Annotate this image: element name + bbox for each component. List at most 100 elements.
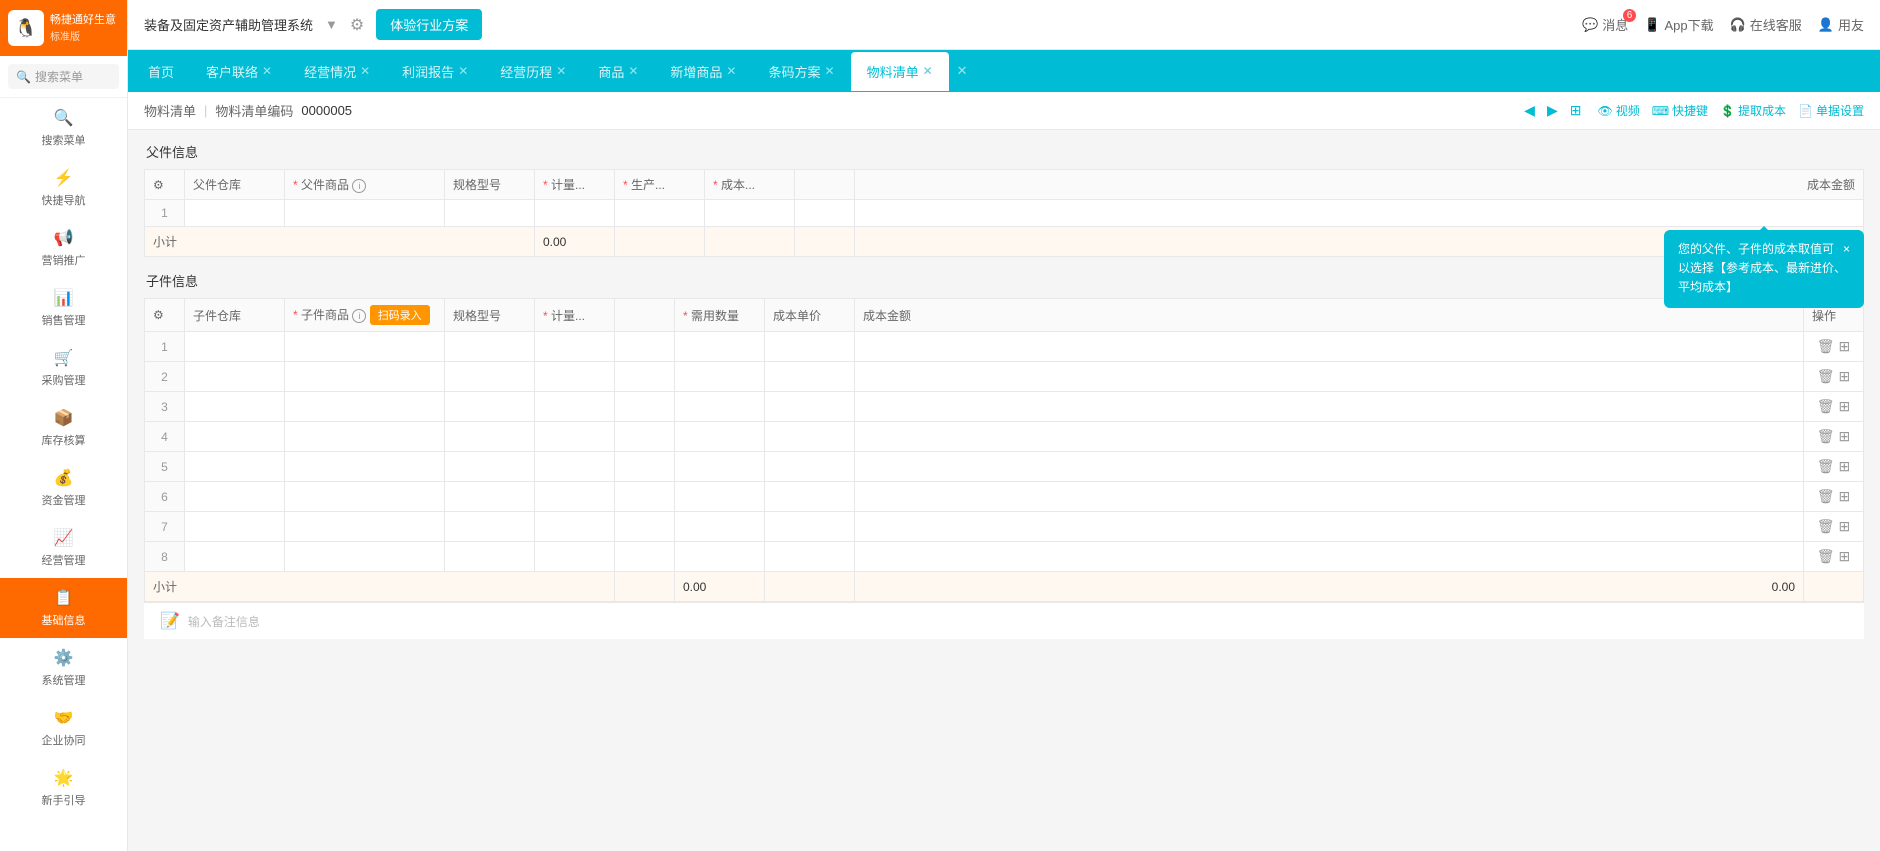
trial-button[interactable]: 体验行业方案 xyxy=(376,9,482,40)
child-warehouse-cell-6[interactable] xyxy=(185,482,285,512)
child-delete-icon-7[interactable]: 🗑 xyxy=(1817,518,1835,535)
system-title-dropdown-icon[interactable]: ▼ xyxy=(325,17,338,32)
child-qty-needed-cell-1[interactable] xyxy=(675,332,765,362)
child-warehouse-cell-1[interactable] xyxy=(185,332,285,362)
child-product-info-icon[interactable]: i xyxy=(352,309,366,323)
gear-settings-icon[interactable]: ⚙ xyxy=(350,15,364,35)
child-copy-icon-4[interactable]: ⊞ xyxy=(1839,428,1851,445)
nav-tab-new_product[interactable]: 新增商品 ✕ xyxy=(654,52,752,91)
child-spec-cell-7[interactable] xyxy=(445,512,535,542)
child-product-cell-6[interactable] xyxy=(285,482,445,512)
sidebar-item-inventory[interactable]: 📦库存核算 xyxy=(0,398,127,458)
child-copy-icon-1[interactable]: ⊞ xyxy=(1839,338,1851,355)
child-unit-cost-cell-6[interactable] xyxy=(765,482,855,512)
child-qty-needed-cell-2[interactable] xyxy=(675,362,765,392)
close-tab-new_product[interactable]: ✕ xyxy=(726,64,736,78)
child-qty-needed-cell-3[interactable] xyxy=(675,392,765,422)
nav-tab-home[interactable]: 首页 xyxy=(132,52,190,91)
parent-spec-cell[interactable] xyxy=(445,200,535,227)
child-qty-cell-2[interactable] xyxy=(535,362,615,392)
child-delete-icon-3[interactable]: 🗑 xyxy=(1817,398,1835,415)
close-all-tabs-button[interactable]: ✕ xyxy=(949,55,976,87)
child-spec-cell-5[interactable] xyxy=(445,452,535,482)
child-copy-icon-5[interactable]: ⊞ xyxy=(1839,458,1851,475)
sidebar-item-nav[interactable]: ⚡快捷导航 xyxy=(0,158,127,218)
child-copy-icon-2[interactable]: ⊞ xyxy=(1839,368,1851,385)
child-delete-icon-5[interactable]: 🗑 xyxy=(1817,458,1835,475)
child-qty-needed-cell-7[interactable] xyxy=(675,512,765,542)
parent-warehouse-cell[interactable] xyxy=(185,200,285,227)
child-spec-cell-8[interactable] xyxy=(445,542,535,572)
child-copy-icon-7[interactable]: ⊞ xyxy=(1839,518,1851,535)
child-qty-cell-8[interactable] xyxy=(535,542,615,572)
extract-cost-button[interactable]: 💲 提取成本 xyxy=(1720,102,1786,119)
parent-cost-cell[interactable] xyxy=(705,200,795,227)
child-qty-cell-4[interactable] xyxy=(535,422,615,452)
sidebar-item-guide[interactable]: 🌟新手引导 xyxy=(0,758,127,818)
child-warehouse-cell-2[interactable] xyxy=(185,362,285,392)
parent-product-info-icon[interactable]: i xyxy=(352,179,366,193)
breadcrumb-bom[interactable]: 物料清单 xyxy=(144,101,196,120)
close-tab-barcode[interactable]: ✕ xyxy=(825,64,835,78)
sidebar-item-purchase[interactable]: 🛒采购管理 xyxy=(0,338,127,398)
view-video-button[interactable]: 👁 视频 xyxy=(1597,102,1639,119)
child-spec-cell-3[interactable] xyxy=(445,392,535,422)
sidebar-item-enterprise[interactable]: 🤝企业协同 xyxy=(0,698,127,758)
child-col-gear[interactable]: ⚙ xyxy=(145,299,185,332)
child-qty-cell-5[interactable] xyxy=(535,452,615,482)
nav-tab-profit_report[interactable]: 利润报告 ✕ xyxy=(386,52,484,91)
child-copy-icon-3[interactable]: ⊞ xyxy=(1839,398,1851,415)
parent-prod-cell[interactable] xyxy=(615,200,705,227)
nav-tab-barcode[interactable]: 条码方案 ✕ xyxy=(752,52,850,91)
child-qty-needed-cell-6[interactable] xyxy=(675,482,765,512)
child-product-cell-8[interactable] xyxy=(285,542,445,572)
close-tab-ops_history[interactable]: ✕ xyxy=(556,64,566,78)
parent-col-gear[interactable]: ⚙ xyxy=(145,170,185,200)
scan-input-button[interactable]: 扫码录入 xyxy=(370,305,430,325)
child-product-cell-5[interactable] xyxy=(285,452,445,482)
messages-button[interactable]: 💬 消息 6 xyxy=(1582,15,1628,34)
shortcut-button[interactable]: ⌨ 快捷键 xyxy=(1652,102,1708,119)
child-warehouse-cell-8[interactable] xyxy=(185,542,285,572)
sidebar-item-finance[interactable]: 💰资金管理 xyxy=(0,458,127,518)
child-unit-cost-cell-7[interactable] xyxy=(765,512,855,542)
tooltip-close-button[interactable]: × xyxy=(1843,240,1850,259)
child-unit-cost-cell-5[interactable] xyxy=(765,452,855,482)
online-service-button[interactable]: 🎧 在线客服 xyxy=(1730,15,1802,34)
child-unit-cost-cell-1[interactable] xyxy=(765,332,855,362)
close-tab-bom[interactable]: ✕ xyxy=(923,64,933,78)
parent-qty-cell[interactable] xyxy=(535,200,615,227)
child-copy-icon-8[interactable]: ⊞ xyxy=(1839,548,1851,565)
child-product-cell-4[interactable] xyxy=(285,422,445,452)
close-tab-profit_report[interactable]: ✕ xyxy=(458,64,468,78)
child-delete-icon-6[interactable]: 🗑 xyxy=(1817,488,1835,505)
child-product-cell-7[interactable] xyxy=(285,512,445,542)
close-tab-operations_status[interactable]: ✕ xyxy=(360,64,370,78)
child-qty-needed-cell-5[interactable] xyxy=(675,452,765,482)
doc-settings-button[interactable]: 📄 单据设置 xyxy=(1798,102,1864,119)
child-qty-needed-cell-8[interactable] xyxy=(675,542,765,572)
child-qty-cell-7[interactable] xyxy=(535,512,615,542)
child-delete-icon-2[interactable]: 🗑 xyxy=(1817,368,1835,385)
close-tab-product[interactable]: ✕ xyxy=(628,64,638,78)
nav-tab-ops_history[interactable]: 经营历程 ✕ xyxy=(484,52,582,91)
child-qty-needed-cell-4[interactable] xyxy=(675,422,765,452)
child-product-cell-1[interactable] xyxy=(285,332,445,362)
child-unit-cost-cell-3[interactable] xyxy=(765,392,855,422)
child-warehouse-cell-7[interactable] xyxy=(185,512,285,542)
nav-tab-bom[interactable]: 物料清单 ✕ xyxy=(851,52,949,91)
child-spec-cell-4[interactable] xyxy=(445,422,535,452)
child-unit-cost-cell-2[interactable] xyxy=(765,362,855,392)
user-avatar-button[interactable]: 👤 用友 xyxy=(1818,15,1864,34)
sidebar-item-search[interactable]: 🔍搜索菜单 xyxy=(0,98,127,158)
nav-tab-customer[interactable]: 客户联络 ✕ xyxy=(190,52,288,91)
sidebar-item-marketing[interactable]: 📢营销推广 xyxy=(0,218,127,278)
child-warehouse-cell-5[interactable] xyxy=(185,452,285,482)
close-tab-customer[interactable]: ✕ xyxy=(262,64,272,78)
expand-button[interactable]: ⊞ xyxy=(1566,100,1586,121)
child-spec-cell-6[interactable] xyxy=(445,482,535,512)
sidebar-item-system[interactable]: ⚙️系统管理 xyxy=(0,638,127,698)
child-qty-cell-6[interactable] xyxy=(535,482,615,512)
child-qty-cell-1[interactable] xyxy=(535,332,615,362)
child-copy-icon-6[interactable]: ⊞ xyxy=(1839,488,1851,505)
